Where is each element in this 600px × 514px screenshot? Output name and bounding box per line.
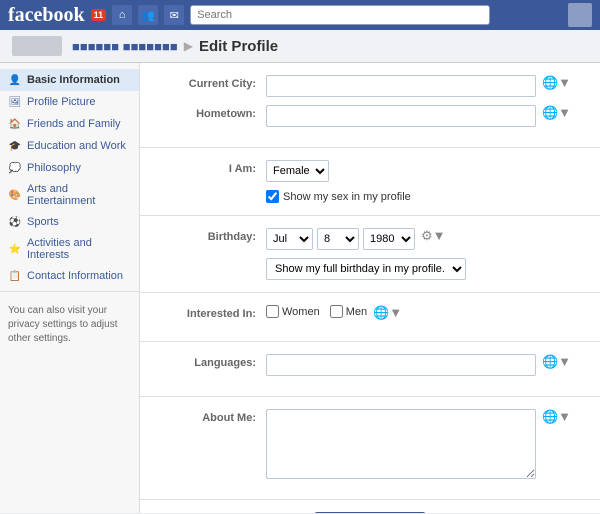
sidebar-divider — [0, 291, 139, 292]
search-input[interactable] — [190, 5, 490, 25]
interested-in-row: Interested In: Women Men 🌐▼ — [156, 305, 584, 321]
sidebar-label-profile-pic: Profile Picture — [27, 96, 95, 108]
save-changes-button[interactable]: Save Changes — [314, 512, 426, 513]
about-me-section: About Me: 🌐▼ — [140, 397, 600, 500]
page-title: Edit Profile — [199, 38, 278, 55]
privacy-note: You can also visit your privacy settings… — [0, 296, 139, 354]
friends-icon[interactable]: 👥 — [138, 5, 158, 25]
sidebar-item-philosophy[interactable]: Philosophy — [0, 157, 139, 179]
about-me-label: About Me: — [156, 409, 266, 424]
content-area: Current City: 🌐▼ Hometown: 🌐▼ I Am: Fema… — [140, 63, 600, 513]
birthday-section: Birthday: JulJanFebMar AprMayJun AugSepO… — [140, 216, 600, 293]
notification-badge[interactable]: 11 — [91, 9, 107, 21]
interested-in-privacy-icon[interactable]: 🌐▼ — [373, 305, 402, 321]
sidebar-item-friends-family[interactable]: Friends and Family — [0, 113, 139, 135]
birthday-row: Birthday: JulJanFebMar AprMayJun AugSepO… — [156, 228, 584, 250]
family-icon — [8, 117, 22, 131]
languages-section: Languages: 🌐▼ — [140, 342, 600, 397]
hometown-row: Hometown: 🌐▼ — [156, 105, 584, 127]
hometown-label: Hometown: — [156, 105, 266, 120]
sidebar-label-arts: Arts and Entertainment — [27, 183, 131, 207]
birthday-month-select[interactable]: JulJanFebMar AprMayJun AugSepOctNovDec — [266, 228, 313, 250]
current-city-privacy-icon[interactable]: 🌐▼ — [542, 75, 571, 91]
breadcrumb: ■■■■■■ ■■■■■■■ ▶ Edit Profile — [0, 30, 600, 63]
home-icon[interactable]: ⌂ — [112, 5, 132, 25]
men-checkbox-label: Men — [330, 305, 367, 318]
philosophy-icon — [8, 161, 22, 175]
interested-in-section: Interested In: Women Men 🌐▼ — [140, 293, 600, 342]
user-avatar-nav[interactable] — [568, 3, 592, 27]
show-sex-row: Show my sex in my profile — [266, 190, 584, 203]
main-layout: Basic Information Profile Picture Friend… — [0, 63, 600, 513]
show-sex-label: Show my sex in my profile — [283, 191, 411, 203]
arts-icon — [8, 188, 22, 202]
i-am-label: I Am: — [156, 160, 266, 175]
gender-section: I Am: Female Male Show my sex in my prof… — [140, 148, 600, 216]
women-label: Women — [282, 306, 320, 318]
profile-thumbnail — [12, 36, 62, 56]
birthday-visibility-row: Show my full birthday in my profile. Sho… — [266, 258, 584, 280]
education-icon — [8, 139, 22, 153]
birthday-day-select[interactable]: 8 — [317, 228, 359, 250]
profile-name[interactable]: ■■■■■■ ■■■■■■■ — [72, 39, 178, 54]
show-sex-checkbox[interactable] — [266, 190, 279, 203]
languages-privacy-icon[interactable]: 🌐▼ — [542, 354, 571, 370]
sidebar-item-activities-interests[interactable]: Activities and Interests — [0, 233, 139, 265]
gender-row: I Am: Female Male — [156, 160, 584, 182]
birthday-label: Birthday: — [156, 228, 266, 243]
breadcrumb-separator: ▶ — [184, 39, 193, 53]
sidebar-label-contact: Contact Information — [27, 270, 123, 282]
sidebar-item-basic-information[interactable]: Basic Information — [0, 69, 139, 91]
sidebar-item-arts-entertainment[interactable]: Arts and Entertainment — [0, 179, 139, 211]
sidebar-label-friends: Friends and Family — [27, 118, 121, 130]
gender-select[interactable]: Female Male — [266, 160, 329, 182]
sidebar-item-education-work[interactable]: Education and Work — [0, 135, 139, 157]
sidebar-label-basic: Basic Information — [27, 74, 120, 86]
save-section: Save Changes — [140, 500, 600, 513]
birthday-privacy-icon[interactable]: ⚙▼ — [421, 228, 446, 244]
location-section: Current City: 🌐▼ Hometown: 🌐▼ — [140, 63, 600, 148]
sports-icon — [8, 215, 22, 229]
current-city-input[interactable] — [266, 75, 536, 97]
sidebar-item-contact-information[interactable]: Contact Information — [0, 265, 139, 287]
sidebar-label-sports: Sports — [27, 216, 59, 228]
hometown-privacy-icon[interactable]: 🌐▼ — [542, 105, 571, 121]
sidebar-item-sports[interactable]: Sports — [0, 211, 139, 233]
hometown-input[interactable] — [266, 105, 536, 127]
activities-icon — [8, 242, 22, 256]
sidebar: Basic Information Profile Picture Friend… — [0, 63, 140, 513]
about-me-privacy-icon[interactable]: 🌐▼ — [542, 409, 571, 425]
women-checkbox[interactable] — [266, 305, 279, 318]
birthday-visibility-select[interactable]: Show my full birthday in my profile. Sho… — [266, 258, 466, 280]
current-city-row: Current City: 🌐▼ — [156, 75, 584, 97]
about-me-textarea[interactable] — [266, 409, 536, 479]
birthday-year-select[interactable]: 1980 — [363, 228, 415, 250]
women-checkbox-label: Women — [266, 305, 320, 318]
sidebar-item-profile-picture[interactable]: Profile Picture — [0, 91, 139, 113]
men-label: Men — [346, 306, 367, 318]
about-me-row: About Me: 🌐▼ — [156, 409, 584, 479]
interest-checkboxes: Women Men — [266, 305, 367, 318]
person-icon — [8, 73, 22, 87]
languages-row: Languages: 🌐▼ — [156, 354, 584, 376]
birthday-selects: JulJanFebMar AprMayJun AugSepOctNovDec 8… — [266, 228, 415, 250]
languages-label: Languages: — [156, 354, 266, 369]
sidebar-label-activities: Activities and Interests — [27, 237, 131, 261]
facebook-logo[interactable]: facebook — [8, 4, 85, 27]
messages-icon[interactable]: ✉ — [164, 5, 184, 25]
languages-input[interactable] — [266, 354, 536, 376]
sidebar-label-philo: Philosophy — [27, 162, 81, 174]
interested-in-label: Interested In: — [156, 305, 266, 320]
top-navigation: facebook 11 ⌂ 👥 ✉ — [0, 0, 600, 30]
sidebar-label-edu: Education and Work — [27, 140, 126, 152]
current-city-label: Current City: — [156, 75, 266, 90]
contact-icon — [8, 269, 22, 283]
men-checkbox[interactable] — [330, 305, 343, 318]
photo-icon — [8, 95, 22, 109]
